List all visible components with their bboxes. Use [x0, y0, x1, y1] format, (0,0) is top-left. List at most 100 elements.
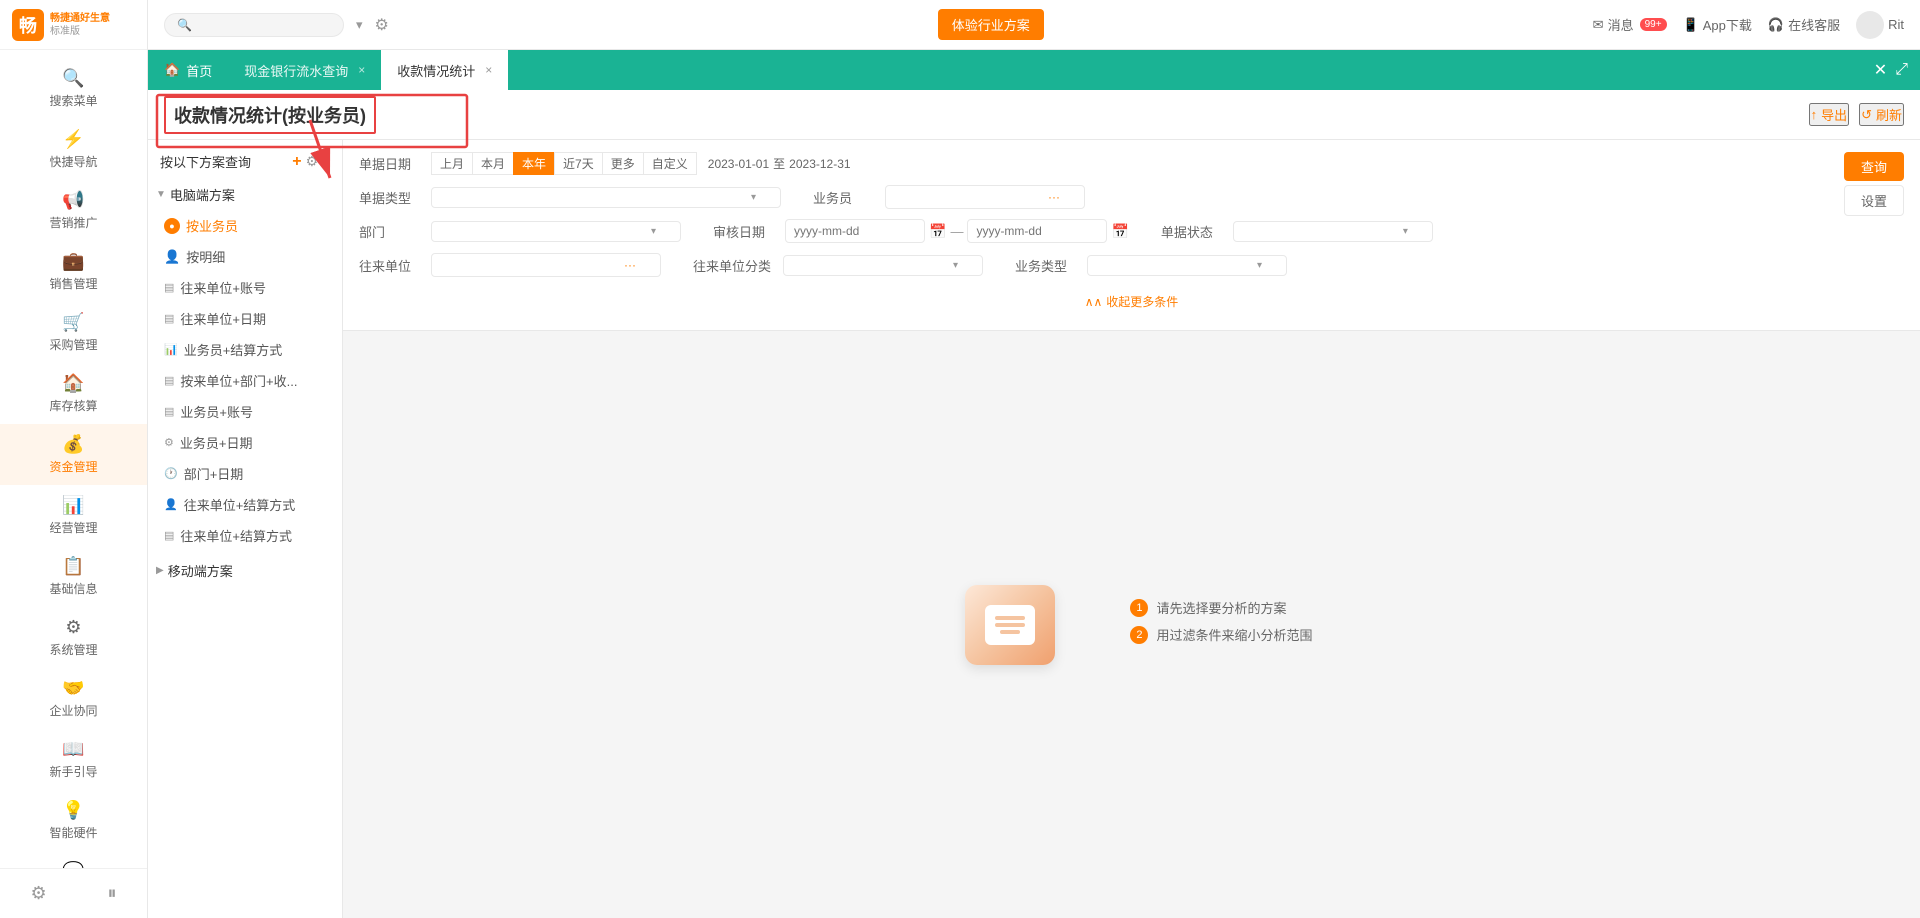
counterpart-type-arrow: ▾: [953, 260, 958, 271]
date-tab-this-month[interactable]: 本月: [472, 152, 514, 175]
doc-status-arrow: ▾: [1403, 226, 1408, 237]
tree-section-mobile[interactable]: ▶ 移动端方案: [148, 555, 342, 586]
doctype-select[interactable]: ▾: [431, 187, 781, 208]
date-tab-this-year[interactable]: 本年: [513, 152, 555, 175]
maximize-btn[interactable]: ⤢: [1895, 61, 1908, 79]
collapse-bar[interactable]: ∧∧ 收起更多条件: [359, 285, 1904, 318]
salesperson-more-btn[interactable]: ···: [1048, 190, 1060, 204]
date-tab-7days[interactable]: 近7天: [554, 152, 603, 175]
user-area[interactable]: Rit: [1856, 11, 1904, 39]
logo-area: 畅 畅捷通好生意 标准版: [0, 0, 147, 50]
tab-bank-flow-label: 现金银行流水查询: [244, 61, 348, 80]
sidebar-item-wechat[interactable]: 💬 企业微信: [0, 851, 147, 868]
date-separator: 至: [773, 155, 785, 172]
item-icon-sa: ▤: [164, 405, 174, 418]
settings-button[interactable]: 设置: [1844, 185, 1904, 216]
tree-item-counterpart-account[interactable]: ▤ 往来单位+账号: [148, 272, 342, 303]
sidebar-item-quicknav[interactable]: ⚡ 快捷导航: [0, 119, 147, 180]
filter-area: 单据日期 上月 本月 本年 近7天 更多 自定义: [343, 140, 1920, 331]
tree-item-label: 业务员+结算方式: [184, 340, 283, 359]
tab-bank-flow[interactable]: 现金银行流水查询 ×: [228, 50, 381, 90]
sidebar-item-operations[interactable]: 📊 经营管理: [0, 485, 147, 546]
tab-bank-flow-close[interactable]: ×: [358, 63, 365, 77]
salesperson-label: 业务员: [813, 188, 873, 207]
item-icon-cm1: 👤: [164, 498, 178, 511]
tree-item-counterpart-method1[interactable]: 👤 往来单位+结算方式: [148, 489, 342, 520]
sidebar-item-label: 营销推广: [49, 214, 97, 231]
dept-select[interactable]: ▾: [431, 221, 681, 242]
doc-status-select[interactable]: ▾: [1233, 221, 1433, 242]
date-tab-custom[interactable]: 自定义: [643, 152, 697, 175]
review-date-to[interactable]: [967, 219, 1107, 243]
calendar-icon-from[interactable]: 📅: [929, 223, 946, 240]
date-tabs: 上月 本月 本年 近7天 更多 自定义: [431, 152, 696, 175]
sidebar-item-purchase[interactable]: 🛒 采购管理: [0, 302, 147, 363]
tree-item-counterpart-method2[interactable]: ▤ 往来单位+结算方式: [148, 520, 342, 551]
date-from: 2023-01-01: [708, 157, 769, 171]
sidebar-item-enterprise[interactable]: 🤝 企业协同: [0, 668, 147, 729]
close-tab-btn[interactable]: ✕: [1874, 60, 1887, 80]
counterpart-type-select[interactable]: ▾: [783, 255, 983, 276]
app-download-btn[interactable]: 📱 App下载: [1683, 15, 1752, 34]
message-btn[interactable]: ✉ 消息 99+: [1593, 15, 1667, 34]
sidebar-item-smarthw[interactable]: 💡 智能硬件: [0, 790, 147, 851]
collapse-panel-btn[interactable]: «: [322, 153, 330, 171]
filter-row-date: 单据日期 上月 本月 本年 近7天 更多 自定义: [359, 152, 1828, 175]
tab-collection-close[interactable]: ×: [485, 63, 492, 77]
search-icon: 🔍: [177, 18, 192, 32]
add-scheme-btn[interactable]: +: [292, 153, 301, 171]
sidebar-settings-btn[interactable]: ⚙: [24, 877, 52, 910]
sidebar-item-search[interactable]: 🔍 搜索菜单: [0, 58, 147, 119]
business-type-select[interactable]: ▾: [1087, 255, 1287, 276]
basic-icon: 📋: [62, 556, 84, 577]
counterpart-more-btn[interactable]: ···: [624, 258, 636, 272]
tab-home-label: 首页: [186, 61, 212, 80]
refresh-button[interactable]: ↺ 刷新: [1859, 103, 1904, 126]
topbar-gear-icon[interactable]: ⚙: [375, 15, 389, 35]
sidebar-item-label: 企业协同: [49, 702, 97, 719]
sidebar-item-guide[interactable]: 📖 新手引导: [0, 729, 147, 790]
scheme-settings-icon[interactable]: ⚙: [306, 153, 319, 171]
sidebar-item-sales[interactable]: 💼 销售管理: [0, 241, 147, 302]
tree-item-salesperson-method[interactable]: 📊 业务员+结算方式: [148, 334, 342, 365]
tree-item-label: 业务员+账号: [180, 402, 253, 421]
step-2-text: 用过滤条件来缩小分析范围: [1156, 625, 1312, 644]
review-date-from[interactable]: [785, 219, 925, 243]
tab-collection-stat[interactable]: 收款情况统计 ×: [381, 50, 508, 90]
tree-item-salesperson-date[interactable]: ⚙ 业务员+日期: [148, 427, 342, 458]
trial-button[interactable]: 体验行业方案: [938, 9, 1044, 40]
online-service-btn[interactable]: 🎧 在线客服: [1768, 15, 1840, 34]
date-tab-more[interactable]: 更多: [602, 152, 644, 175]
date-tab-last-month[interactable]: 上月: [431, 152, 473, 175]
step-num-1: 1: [1130, 599, 1148, 617]
tab-home[interactable]: 🏠 首页: [148, 50, 228, 90]
tree-section-pc[interactable]: ▼ 电脑端方案: [148, 179, 342, 210]
counterpart-control: ···: [431, 253, 661, 277]
tree-item-by-detail[interactable]: 👤 按明细: [148, 241, 342, 272]
tree-item-counterpart-date[interactable]: ▤ 往来单位+日期: [148, 303, 342, 334]
counterpart-select[interactable]: ···: [431, 253, 661, 277]
salesperson-select[interactable]: ···: [885, 185, 1085, 209]
tree-item-by-counterpart-dept[interactable]: ▤ 按来单位+部门+收...: [148, 365, 342, 396]
online-service-label: 在线客服: [1788, 15, 1840, 34]
smarthw-icon: 💡: [62, 800, 84, 821]
sidebar-nav: 🔍 搜索菜单 ⚡ 快捷导航 📢 营销推广 💼 销售管理 🛒 采购管理 🏠 库存核…: [0, 50, 147, 868]
tree-item-label: 往来单位+结算方式: [180, 526, 292, 545]
topbar-search-area[interactable]: 🔍: [164, 13, 344, 37]
sidebar-item-finance[interactable]: 💰 资金管理: [0, 424, 147, 485]
tree-item-salesperson-account[interactable]: ▤ 业务员+账号: [148, 396, 342, 427]
tree-item-by-salesperson[interactable]: ● 按业务员: [148, 210, 342, 241]
query-button[interactable]: 查询: [1844, 152, 1904, 181]
sidebar-item-basic[interactable]: 📋 基础信息: [0, 546, 147, 607]
sidebar-item-marketing[interactable]: 📢 营销推广: [0, 180, 147, 241]
sidebar-item-system[interactable]: ⚙ 系统管理: [0, 607, 147, 668]
sidebar-collapse-btn[interactable]: ⏸: [102, 877, 123, 910]
tree-item-dept-date[interactable]: 🕐 部门+日期: [148, 458, 342, 489]
sidebar-item-inventory[interactable]: 🏠 库存核算: [0, 363, 147, 424]
tree-mobile-expand-icon: ▶: [156, 565, 164, 576]
topbar-dropdown-arrow[interactable]: ▾: [356, 17, 363, 33]
tree-mobile-label: 移动端方案: [168, 561, 233, 580]
export-button[interactable]: ↑ 导出: [1809, 103, 1850, 126]
calendar-icon-to[interactable]: 📅: [1111, 223, 1128, 240]
empty-state: 1 请先选择要分析的方案 2 用过滤条件来缩小分析范围: [343, 331, 1920, 918]
